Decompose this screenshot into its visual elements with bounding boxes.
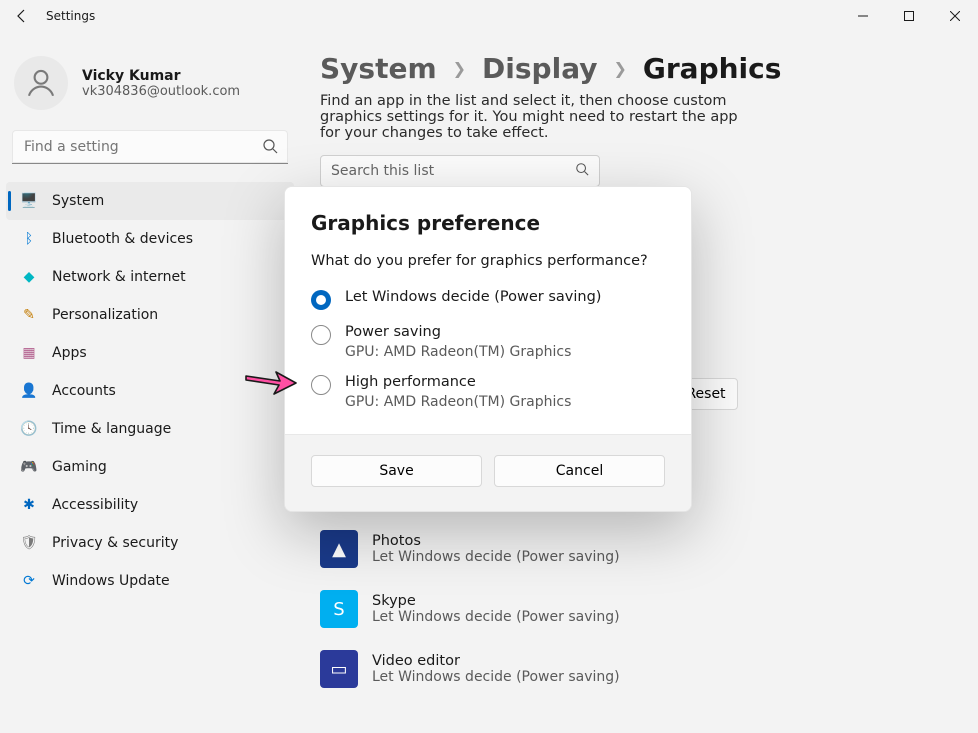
radio-label: High performance — [345, 374, 571, 390]
nav-icon: ◆ — [20, 269, 38, 285]
radio-option-0[interactable]: Let Windows decide (Power saving) — [311, 285, 665, 314]
app-icon: S — [320, 590, 358, 628]
nav-icon: 👤 — [20, 383, 38, 399]
nav-icon: ✱ — [20, 497, 38, 513]
sidebar-item-label: Time & language — [52, 421, 171, 437]
radio-sublabel: GPU: AMD Radeon(TM) Graphics — [345, 394, 571, 410]
sidebar-item-label: Windows Update — [52, 573, 170, 589]
account-block[interactable]: Vicky Kumar vk304836@outlook.com — [0, 50, 300, 130]
maximize-button[interactable] — [886, 0, 932, 32]
radio-label: Let Windows decide (Power saving) — [345, 289, 601, 305]
list-search-placeholder: Search this list — [331, 163, 434, 179]
dialog-title: Graphics preference — [311, 211, 665, 235]
radio-label: Power saving — [345, 324, 571, 340]
app-subtitle: Let Windows decide (Power saving) — [372, 609, 620, 625]
list-search-input[interactable]: Search this list — [320, 155, 600, 187]
back-button[interactable] — [0, 0, 44, 32]
app-row[interactable]: ▭ Video editorLet Windows decide (Power s… — [320, 650, 620, 688]
cancel-label: Cancel — [556, 463, 603, 479]
nav-icon: 🎮 — [20, 459, 38, 475]
sidebar-item-time-language[interactable]: 🕓 Time & language — [6, 410, 294, 448]
app-icon: ▲ — [320, 530, 358, 568]
search-icon — [575, 162, 589, 180]
dialog-question: What do you prefer for graphics performa… — [311, 253, 665, 269]
radio-button[interactable] — [311, 375, 331, 395]
nav-icon: ᛒ — [20, 231, 38, 247]
breadcrumb-current: Graphics — [643, 52, 782, 85]
titlebar: Settings — [0, 0, 978, 32]
sidebar-item-gaming[interactable]: 🎮 Gaming — [6, 448, 294, 486]
app-icon: ▭ — [320, 650, 358, 688]
reset-label: Reset — [686, 386, 725, 402]
app-title: Video editor — [372, 653, 620, 669]
graphics-preference-dialog: Graphics preference What do you prefer f… — [284, 186, 692, 512]
account-name: Vicky Kumar — [82, 68, 240, 84]
nav-icon: 🛡 — [20, 535, 38, 551]
nav-icon: ▦ — [20, 345, 38, 361]
sidebar-item-windows-update[interactable]: ⟳ Windows Update — [6, 562, 294, 600]
save-label: Save — [379, 463, 413, 479]
nav-icon: ⟳ — [20, 573, 38, 589]
breadcrumb-system[interactable]: System — [320, 52, 437, 85]
app-row[interactable]: ▲ PhotosLet Windows decide (Power saving) — [320, 530, 620, 568]
sidebar-item-label: Accessibility — [52, 497, 138, 513]
radio-button[interactable] — [311, 325, 331, 345]
account-email: vk304836@outlook.com — [82, 84, 240, 99]
avatar — [14, 56, 68, 110]
sidebar-item-system[interactable]: 🖥️ System — [6, 182, 294, 220]
nav-icon: 🕓 — [20, 421, 38, 437]
sidebar-item-label: Gaming — [52, 459, 107, 475]
app-subtitle: Let Windows decide (Power saving) — [372, 549, 620, 565]
radio-option-1[interactable]: Power saving GPU: AMD Radeon(TM) Graphics — [311, 320, 665, 364]
sidebar-item-accessibility[interactable]: ✱ Accessibility — [6, 486, 294, 524]
nav-icon: 🖥️ — [20, 193, 38, 209]
radio-sublabel: GPU: AMD Radeon(TM) Graphics — [345, 344, 571, 360]
window-title: Settings — [46, 9, 95, 23]
breadcrumb: System ❯ Display ❯ Graphics — [320, 52, 954, 85]
sidebar-item-label: Accounts — [52, 383, 116, 399]
cancel-button[interactable]: Cancel — [494, 455, 665, 487]
settings-search-input[interactable] — [12, 130, 288, 164]
chevron-right-icon: ❯ — [453, 59, 466, 78]
help-text: Find an app in the list and select it, t… — [320, 93, 760, 141]
minimize-button[interactable] — [840, 0, 886, 32]
app-title: Photos — [372, 533, 620, 549]
breadcrumb-display[interactable]: Display — [482, 52, 597, 85]
sidebar-item-label: Privacy & security — [52, 535, 178, 551]
annotation-arrow-icon — [244, 366, 298, 400]
search-icon — [262, 138, 278, 158]
sidebar-item-bluetooth-devices[interactable]: ᛒ Bluetooth & devices — [6, 220, 294, 258]
sidebar-item-label: Bluetooth & devices — [52, 231, 193, 247]
app-title: Skype — [372, 593, 620, 609]
chevron-right-icon: ❯ — [613, 59, 626, 78]
sidebar-item-label: Apps — [52, 345, 87, 361]
sidebar-item-network-internet[interactable]: ◆ Network & internet — [6, 258, 294, 296]
sidebar-item-personalization[interactable]: ✎ Personalization — [6, 296, 294, 334]
close-button[interactable] — [932, 0, 978, 32]
sidebar-item-label: Network & internet — [52, 269, 186, 285]
nav-icon: ✎ — [20, 307, 38, 323]
app-row[interactable]: S SkypeLet Windows decide (Power saving) — [320, 590, 620, 628]
app-subtitle: Let Windows decide (Power saving) — [372, 669, 620, 685]
radio-option-2[interactable]: High performance GPU: AMD Radeon(TM) Grap… — [311, 370, 665, 414]
radio-button[interactable] — [311, 290, 331, 310]
sidebar-item-label: Personalization — [52, 307, 158, 323]
sidebar-item-privacy-security[interactable]: 🛡 Privacy & security — [6, 524, 294, 562]
sidebar-item-label: System — [52, 193, 104, 209]
save-button[interactable]: Save — [311, 455, 482, 487]
